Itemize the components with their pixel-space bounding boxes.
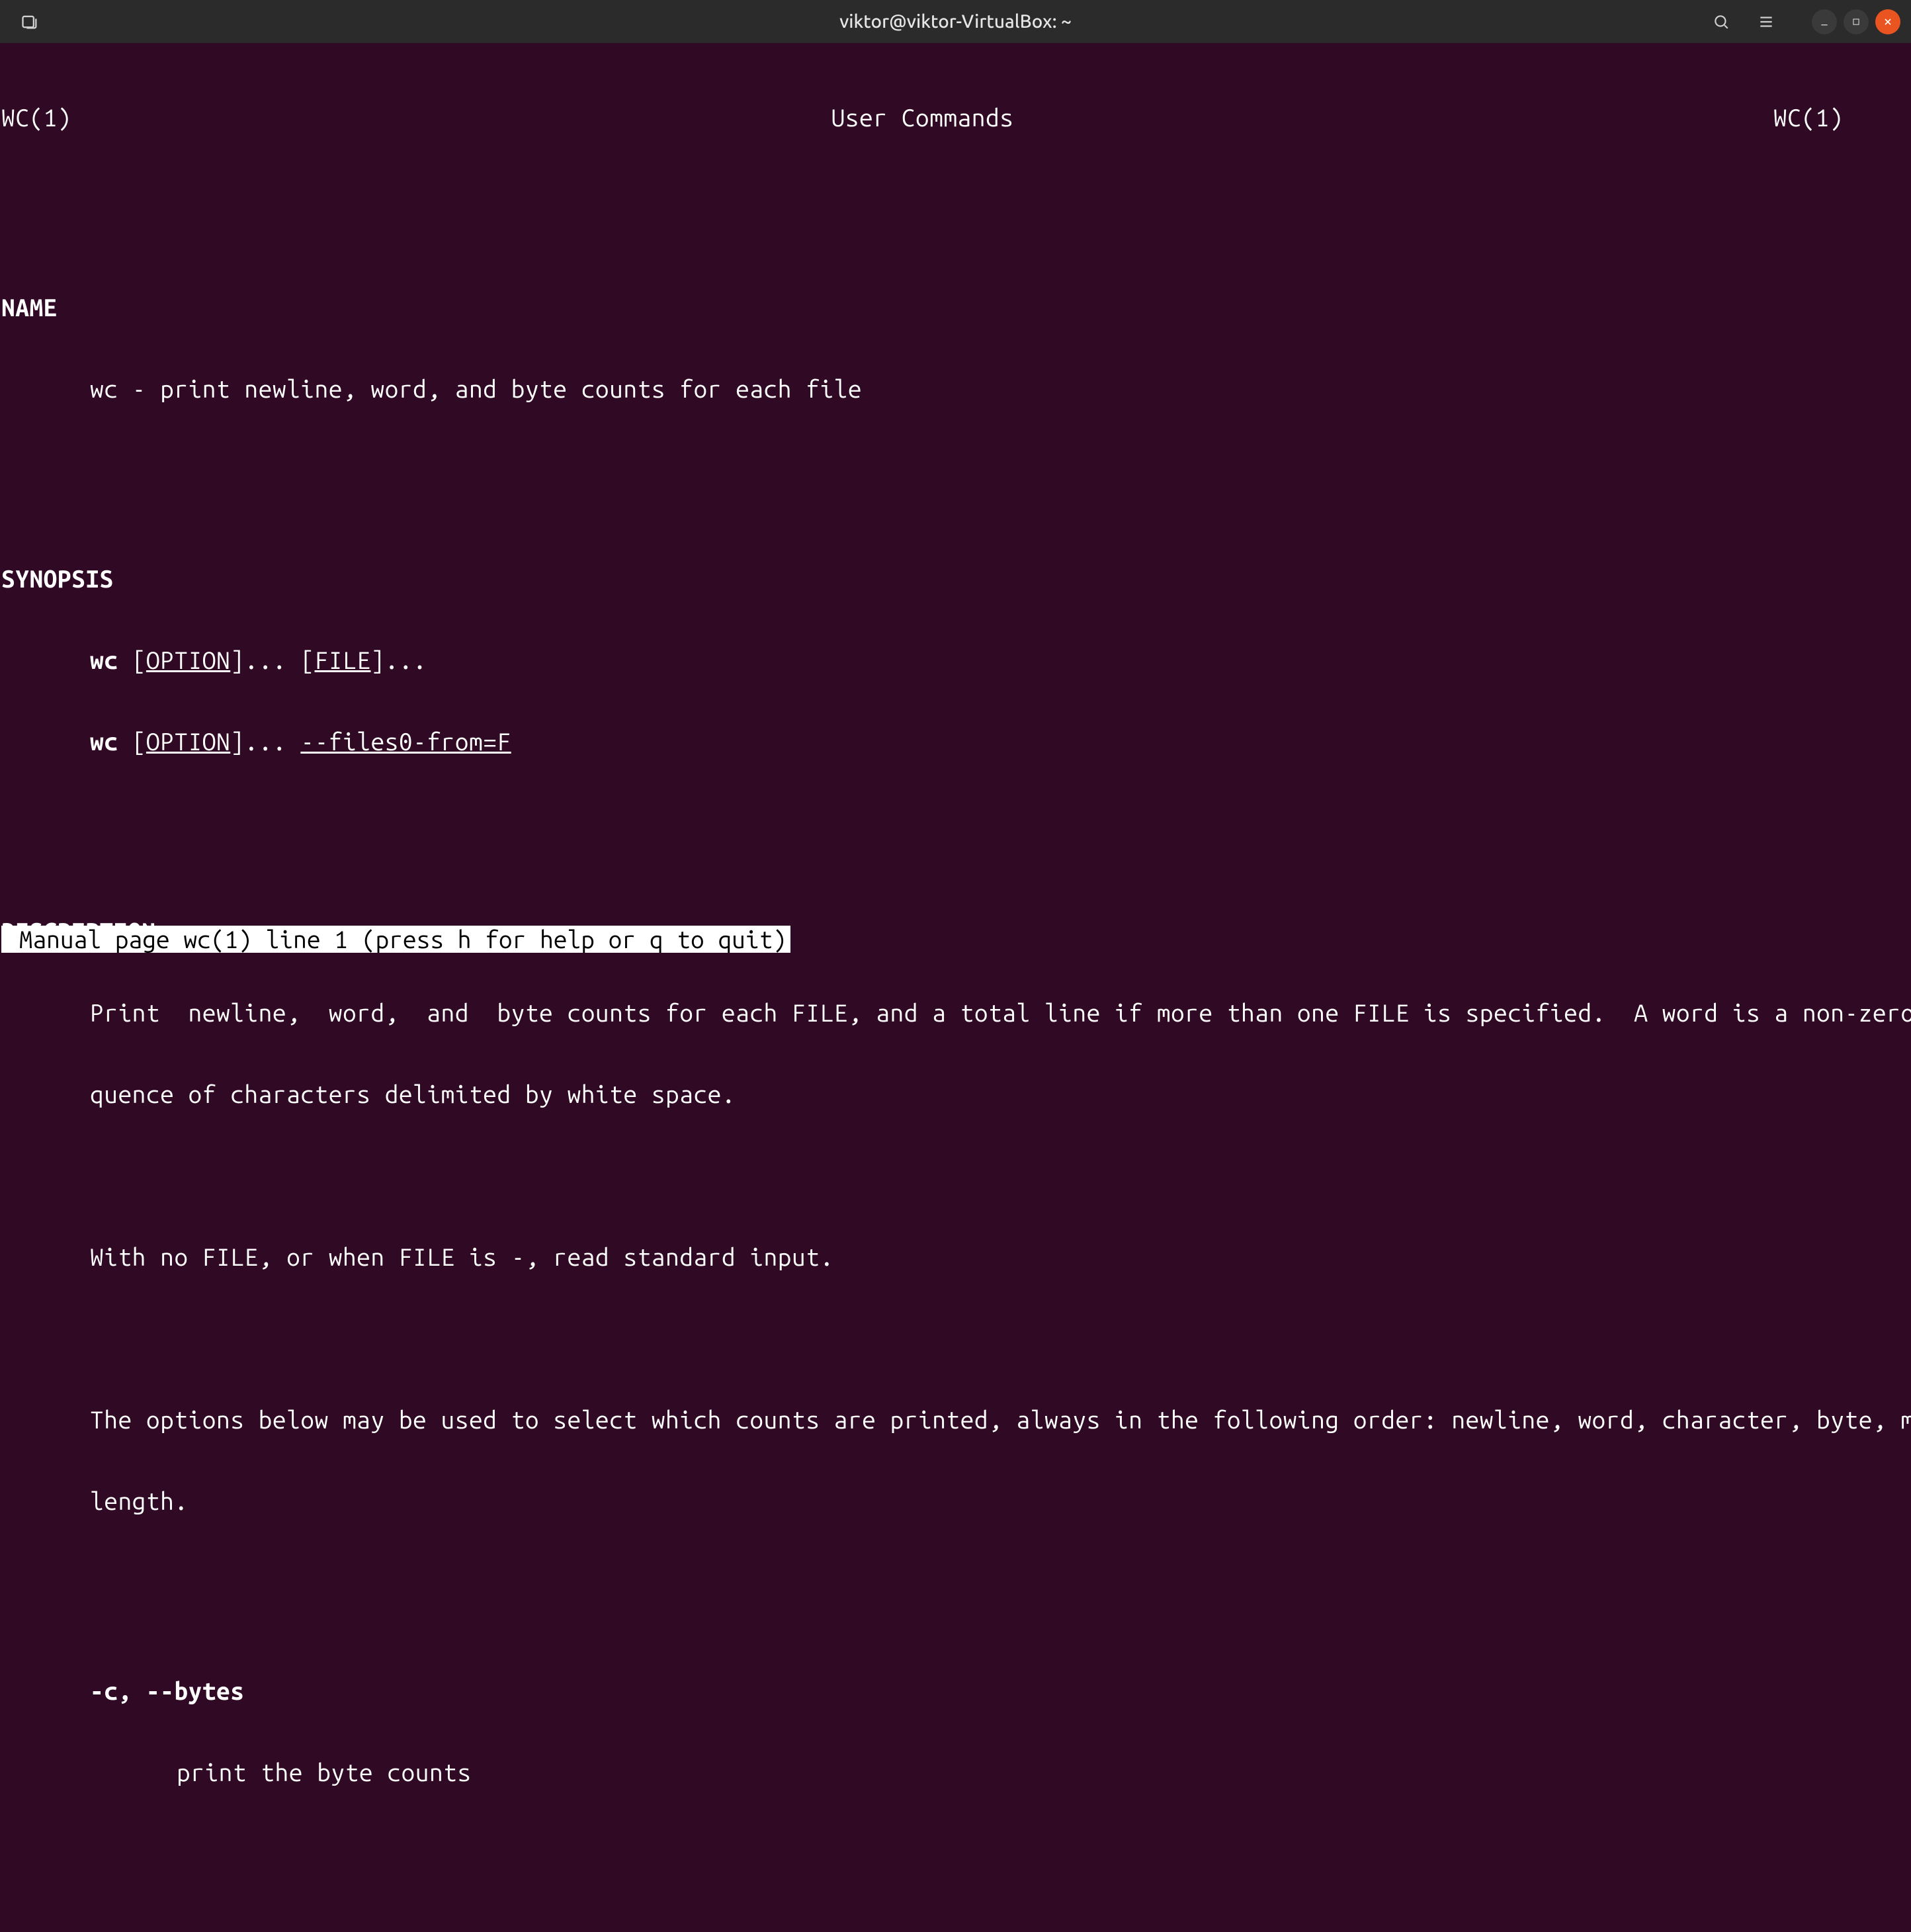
- description-p3b: length.: [1, 1487, 1910, 1515]
- man-header-left: WC(1): [1, 104, 71, 131]
- maximize-button[interactable]: [1844, 9, 1869, 34]
- status-line: Manual page wc(1) line 1 (press h for he…: [1, 926, 790, 953]
- man-header-right: WC(1): [1773, 104, 1910, 131]
- synopsis-line-2: wc [OPTION]... --files0-from=F: [1, 728, 1910, 755]
- description-p2: With no FILE, or when FILE is -, read st…: [1, 1243, 1910, 1270]
- terminal-content[interactable]: WC(1) User Commands WC(1) NAME wc - prin…: [0, 43, 1911, 1932]
- synopsis-line-1: wc [OPTION]... [FILE]...: [1, 646, 1910, 674]
- close-button[interactable]: [1875, 9, 1900, 34]
- menu-button[interactable]: [1747, 3, 1785, 41]
- close-icon: [1883, 17, 1893, 27]
- man-header-line: WC(1) User Commands WC(1): [1, 104, 1910, 131]
- option-bytes-flag: -c, --bytes: [1, 1677, 1910, 1704]
- minimize-button[interactable]: [1812, 9, 1837, 34]
- option-bytes-desc: print the byte counts: [1, 1759, 1910, 1786]
- search-icon: [1713, 13, 1730, 30]
- maximize-icon: [1851, 17, 1861, 26]
- new-tab-button[interactable]: [11, 3, 49, 41]
- titlebar: viktor@viktor-VirtualBox: ~: [0, 0, 1911, 43]
- hamburger-icon: [1758, 13, 1775, 30]
- man-header-center: User Commands: [831, 104, 1014, 131]
- section-heading-name: NAME: [1, 294, 1910, 321]
- name-text: wc - print newline, word, and byte count…: [1, 375, 1910, 402]
- description-p1a: Print newline, word, and byte counts for…: [1, 999, 1910, 1026]
- minimize-icon: [1819, 17, 1830, 27]
- description-p1b: quence of characters delimited by white …: [1, 1080, 1910, 1108]
- window-title: viktor@viktor-VirtualBox: ~: [0, 8, 1911, 35]
- description-p3a: The options below may be used to select …: [1, 1406, 1910, 1433]
- section-heading-synopsis: SYNOPSIS: [1, 565, 1910, 592]
- search-button[interactable]: [1702, 3, 1740, 41]
